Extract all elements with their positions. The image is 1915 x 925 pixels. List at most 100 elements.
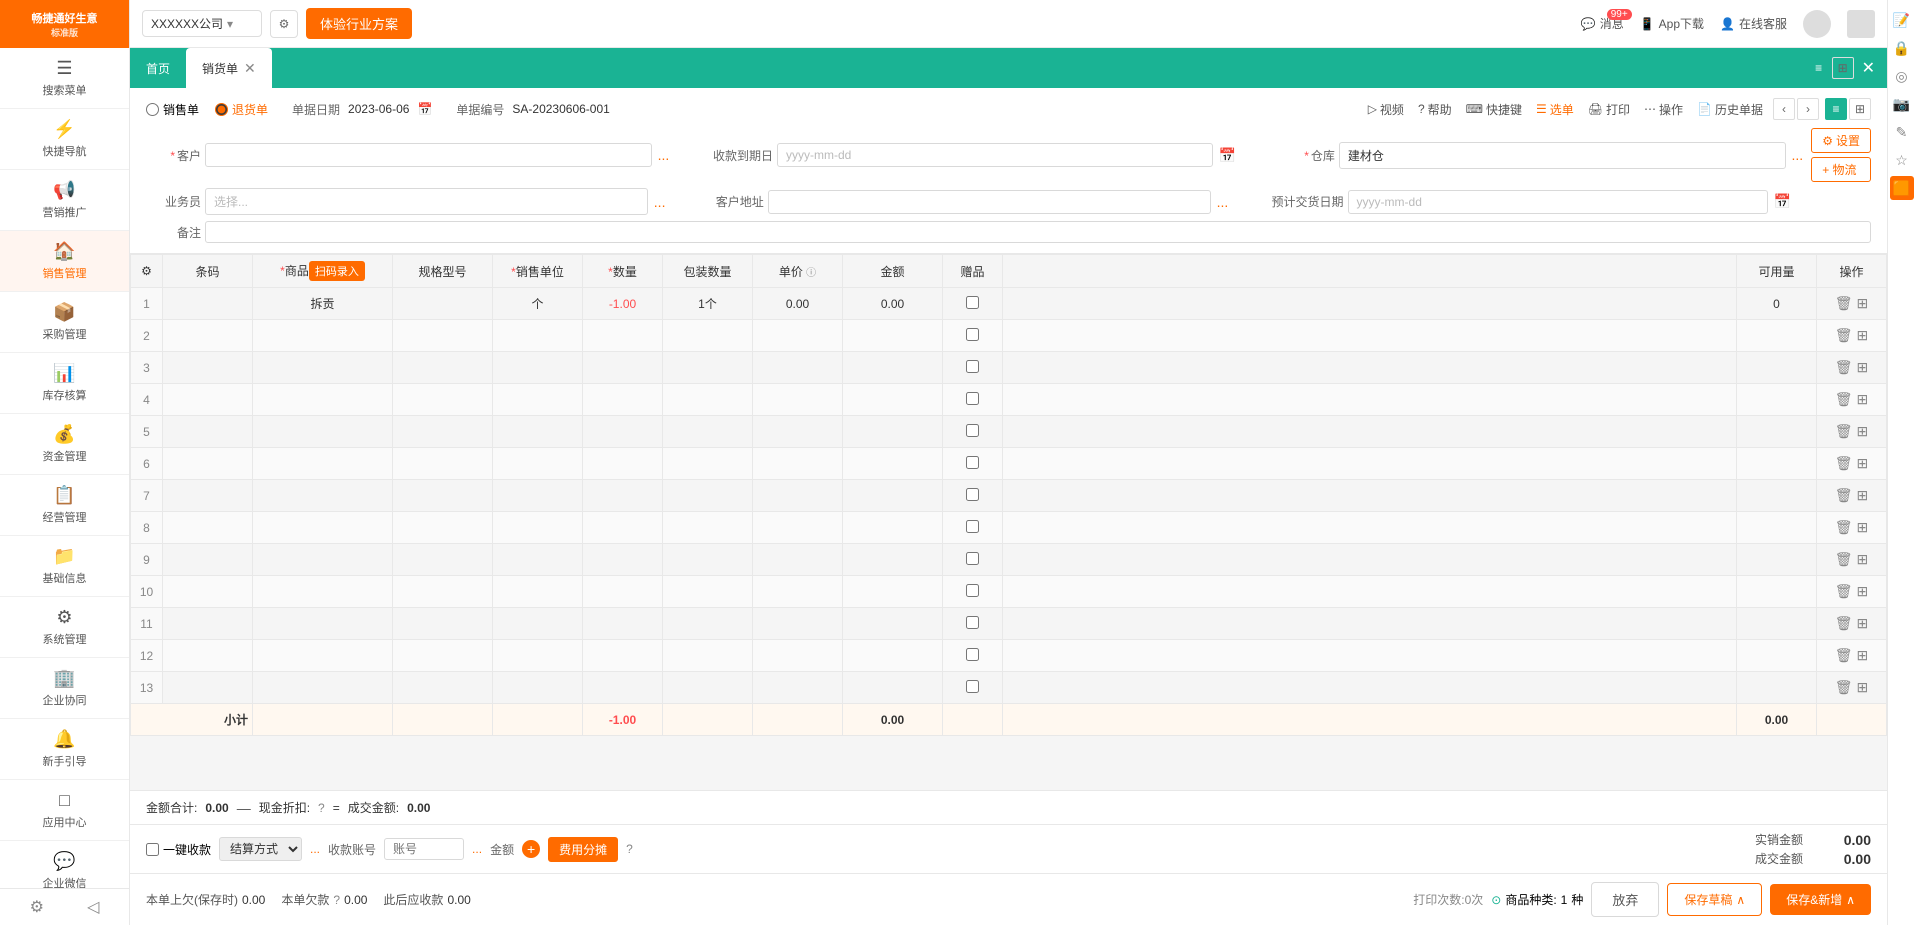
list-view-btn[interactable]: ≡ [1808,57,1830,79]
gift-checkbox-6[interactable] [966,456,979,469]
notes-input[interactable] [205,221,1871,243]
cell-price-11[interactable] [753,608,843,640]
cell-product-6[interactable] [253,448,393,480]
table-layout-btn[interactable]: ≡ [1825,98,1847,120]
cell-note-2[interactable] [1003,320,1737,352]
cell-gift-3[interactable] [943,352,1003,384]
online-service-button[interactable]: 👤 在线客服 [1720,15,1787,32]
gift-checkbox-3[interactable] [966,360,979,373]
cell-qty-9[interactable] [583,544,663,576]
copy-icon-13[interactable]: ⊞ [1857,679,1869,696]
delete-icon-4[interactable]: 🗑 [1835,391,1853,408]
cell-gift-12[interactable] [943,640,1003,672]
salesperson-input[interactable]: 选择... [205,188,648,215]
cell-barcode-7[interactable] [163,480,253,512]
cell-spec-9[interactable] [393,544,493,576]
sidebar-item-purchase[interactable]: 📦 采购管理 [0,292,129,353]
cell-barcode-10[interactable] [163,576,253,608]
cell-pkg-qty-7[interactable] [663,480,753,512]
cell-pkg-qty-13[interactable] [663,672,753,704]
cell-spec-2[interactable] [393,320,493,352]
tab-close-icon[interactable]: ✕ [244,60,256,77]
trial-button[interactable]: 体验行业方案 [306,8,412,39]
cell-qty-7[interactable] [583,480,663,512]
cell-qty-2[interactable] [583,320,663,352]
sidebar-item-search[interactable]: ☰ 搜索菜单 [0,48,129,109]
cell-price-5[interactable] [753,416,843,448]
copy-icon-4[interactable]: ⊞ [1857,391,1869,408]
gift-checkbox-8[interactable] [966,520,979,533]
sidebar-item-quick-nav[interactable]: ⚡ 快捷导航 [0,109,129,170]
sidebar-item-finance[interactable]: 💰 资金管理 [0,414,129,475]
cell-qty-8[interactable] [583,512,663,544]
cell-pkg-qty-5[interactable] [663,416,753,448]
table-wrapper[interactable]: ⚙ 条码 *商品扫码录入 规格型号 *销售单位 *数量 包装数量 单价 ⓘ 金额… [130,254,1887,790]
cell-amount-12[interactable] [843,640,943,672]
cell-note-4[interactable] [1003,384,1737,416]
cell-spec-11[interactable] [393,608,493,640]
cell-gift-8[interactable] [943,512,1003,544]
cell-barcode-5[interactable] [163,416,253,448]
history-btn[interactable]: 📄 历史单据 [1693,99,1767,120]
cell-pkg-qty-1[interactable]: 1个 [663,288,753,320]
abandon-button[interactable]: 放弃 [1591,882,1659,917]
cell-barcode-2[interactable] [163,320,253,352]
copy-icon-10[interactable]: ⊞ [1857,583,1869,600]
float-btn-3[interactable]: ◎ [1890,64,1914,88]
gift-checkbox-10[interactable] [966,584,979,597]
delivery-date-input[interactable]: yyyy-mm-dd [1348,190,1768,214]
cell-unit-1[interactable]: 个 [493,288,583,320]
cell-qty-12[interactable] [583,640,663,672]
cell-qty-10[interactable] [583,576,663,608]
grid-view-btn[interactable]: ⊞ [1832,57,1854,79]
cell-barcode-13[interactable] [163,672,253,704]
next-btn[interactable]: › [1797,98,1819,120]
close-all-tabs-btn[interactable]: ✕ [1862,58,1875,78]
cell-gift-7[interactable] [943,480,1003,512]
cell-unit-10[interactable] [493,576,583,608]
cell-unit-5[interactable] [493,416,583,448]
cell-gift-9[interactable] [943,544,1003,576]
cell-note-10[interactable] [1003,576,1737,608]
cell-qty-3[interactable] [583,352,663,384]
cell-spec-8[interactable] [393,512,493,544]
gift-checkbox-5[interactable] [966,424,979,437]
payment-due-input[interactable]: yyyy-mm-dd [777,143,1213,167]
cell-product-9[interactable] [253,544,393,576]
float-btn-5[interactable]: ✎ [1890,120,1914,144]
gift-checkbox-12[interactable] [966,648,979,661]
cell-note-8[interactable] [1003,512,1737,544]
cell-unit-4[interactable] [493,384,583,416]
save-draft-button[interactable]: 保存草稿 ∧ [1667,883,1762,916]
float-btn-2[interactable]: 🔒 [1890,36,1914,60]
customer-more-btn[interactable]: ... [658,147,670,163]
cell-pkg-qty-11[interactable] [663,608,753,640]
radio-sales-order[interactable]: 销售单 [146,101,199,118]
cell-amount-10[interactable] [843,576,943,608]
help-btn[interactable]: ? 帮助 [1414,99,1456,120]
card-layout-btn[interactable]: ⊞ [1849,98,1871,120]
salesperson-more-btn[interactable]: ... [654,194,666,210]
operation-btn[interactable]: ⋯ 操作 [1640,99,1687,120]
sidebar-item-enterprise[interactable]: 🏢 企业协同 [0,658,129,719]
cell-amount-7[interactable] [843,480,943,512]
delete-icon-6[interactable]: 🗑 [1835,455,1853,472]
warehouse-more-btn[interactable]: ... [1792,147,1804,163]
cell-note-11[interactable] [1003,608,1737,640]
cell-gift-10[interactable] [943,576,1003,608]
cell-price-12[interactable] [753,640,843,672]
cell-amount-11[interactable] [843,608,943,640]
cell-qty-5[interactable] [583,416,663,448]
logistics-button[interactable]: + 物流 [1811,157,1871,182]
cell-price-4[interactable] [753,384,843,416]
float-btn-7[interactable]: 🟧 [1890,176,1914,200]
one-click-payment-checkbox[interactable]: 一键收款 [146,841,211,858]
copy-icon-2[interactable]: ⊞ [1857,327,1869,344]
cell-spec-6[interactable] [393,448,493,480]
gift-checkbox-1[interactable] [966,296,979,309]
delete-icon-13[interactable]: 🗑 [1835,679,1853,696]
cell-product-8[interactable] [253,512,393,544]
cell-qty-4[interactable] [583,384,663,416]
cell-gift-5[interactable] [943,416,1003,448]
delete-icon-1[interactable]: 🗑 [1835,295,1853,312]
